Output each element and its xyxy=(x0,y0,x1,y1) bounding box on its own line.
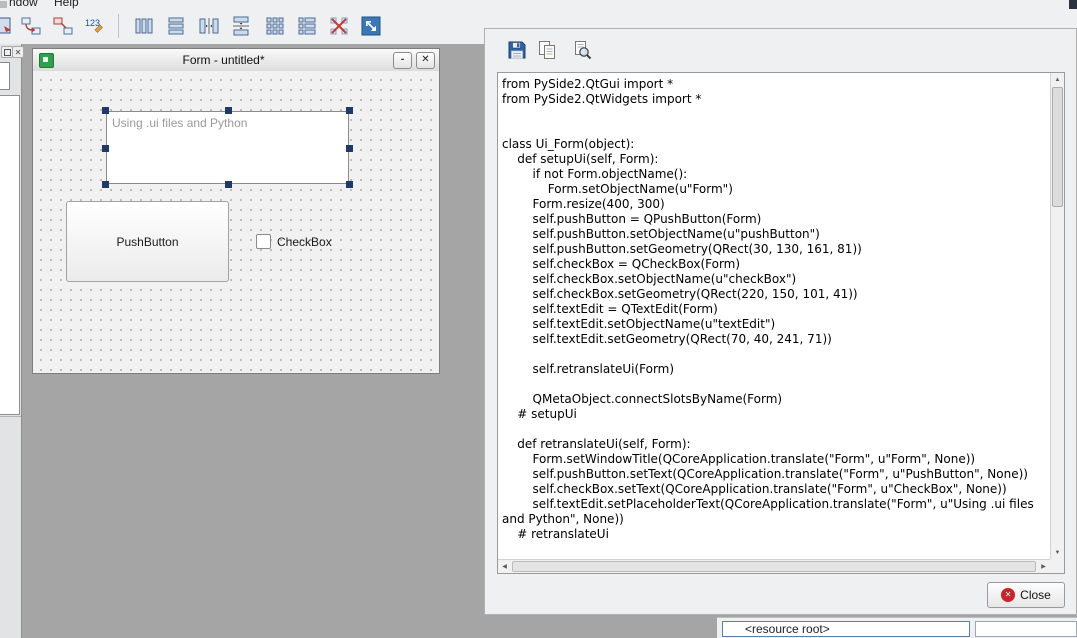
widget-filter-input-fragment[interactable] xyxy=(0,62,10,90)
form-window-title: Form - untitled* xyxy=(54,53,393,67)
resource-root-item[interactable]: <resource root> xyxy=(722,621,970,637)
copy-button[interactable] xyxy=(534,37,560,63)
edit-signals-slots-icon xyxy=(21,16,41,36)
form-titlebar[interactable]: Form - untitled* - ✕ xyxy=(33,49,439,72)
edit-tab-order-button[interactable]: 123 xyxy=(82,12,108,40)
widget-list-fragment[interactable] xyxy=(0,95,20,415)
vertical-scrollbar[interactable]: ▲ ▼ xyxy=(1050,73,1064,559)
selection-handle[interactable] xyxy=(225,107,232,114)
widget-box-dock-fragment: ✕ xyxy=(0,44,22,638)
window-menu-item[interactable]: ndow xyxy=(9,0,38,9)
toolbar-separator xyxy=(118,14,119,38)
close-button-label: Close xyxy=(1020,588,1051,602)
selection-handle[interactable] xyxy=(102,107,109,114)
selection-handle[interactable] xyxy=(346,181,353,188)
save-icon xyxy=(506,39,528,61)
layout-grid-button[interactable] xyxy=(262,12,288,40)
textedit-widget[interactable]: Using .ui files and Python xyxy=(106,111,349,184)
qt-designer-window: ndow Help xyxy=(0,0,1077,638)
scroll-right-arrow[interactable]: ▶ xyxy=(1037,560,1050,573)
adjust-size-icon xyxy=(360,15,382,37)
selection-handle[interactable] xyxy=(102,181,109,188)
form-minimize-button[interactable]: - xyxy=(393,52,412,69)
layout-splitter-horizontal-button[interactable] xyxy=(196,12,222,40)
layout-form-icon xyxy=(297,16,317,36)
save-button[interactable] xyxy=(504,37,530,63)
resource-side-box[interactable] xyxy=(975,621,1077,637)
menu-icon-fragment xyxy=(0,1,7,8)
scrollbar-corner xyxy=(1050,559,1064,573)
menu-bar: ndow Help xyxy=(0,0,1077,9)
layout-horizontally-icon xyxy=(134,16,154,36)
break-layout-icon xyxy=(329,16,349,36)
edit-buddies-button[interactable] xyxy=(50,12,76,40)
checkbox-label: CheckBox xyxy=(277,235,332,249)
edit-widgets-button[interactable] xyxy=(0,12,14,40)
edit-signals-slots-button[interactable] xyxy=(18,12,44,40)
horizontal-scrollbar[interactable]: ◀ ▶ xyxy=(498,559,1050,573)
layout-splitter-vertical-button[interactable] xyxy=(228,12,254,40)
dock-divider xyxy=(0,416,21,417)
horizontal-scroll-thumb[interactable] xyxy=(512,561,1036,572)
edit-buddies-icon xyxy=(53,16,73,36)
code-preview-dialog: from PySide2.QtGui import * from PySide2… xyxy=(484,28,1077,615)
checkbox-indicator[interactable] xyxy=(256,234,271,249)
form-window-icon xyxy=(39,53,54,68)
layout-splitter-vertical-icon xyxy=(231,16,251,36)
layout-vertically-button[interactable] xyxy=(163,12,189,40)
adjust-size-button[interactable] xyxy=(358,12,384,40)
scroll-down-arrow[interactable]: ▼ xyxy=(1051,546,1064,559)
checkbox-widget[interactable]: CheckBox xyxy=(256,221,357,262)
dock-float-icon xyxy=(4,49,11,56)
find-icon xyxy=(571,39,593,61)
layout-vertically-icon xyxy=(166,16,186,36)
form-designer-window: Form - untitled* - ✕ Using .ui files and… xyxy=(32,48,440,374)
tab-order-digits: 123 xyxy=(85,18,100,28)
edit-tab-order-icon: 123 xyxy=(85,16,105,36)
form-canvas[interactable]: Using .ui files and Python PushButton Ch… xyxy=(33,71,439,373)
code-view[interactable]: from PySide2.QtGui import * from PySide2… xyxy=(497,72,1065,574)
resource-browser-fragment: <resource root> xyxy=(717,617,1077,638)
pushbutton-widget[interactable]: PushButton xyxy=(66,201,229,282)
close-button[interactable]: ✕ Close xyxy=(987,582,1065,608)
layout-form-button[interactable] xyxy=(294,12,320,40)
vertical-scroll-thumb[interactable] xyxy=(1052,87,1063,207)
dock-close-icon: ✕ xyxy=(15,48,22,57)
layout-splitter-horizontal-icon xyxy=(199,16,219,36)
dock-close-button[interactable]: ✕ xyxy=(12,46,24,58)
copy-icon xyxy=(536,39,558,61)
code-text[interactable]: from PySide2.QtGui import * from PySide2… xyxy=(498,73,1050,559)
scroll-up-arrow[interactable]: ▲ xyxy=(1051,73,1064,86)
close-circle-icon: ✕ xyxy=(1001,588,1015,602)
help-menu-item[interactable]: Help xyxy=(54,0,79,9)
break-layout-button[interactable] xyxy=(326,12,352,40)
form-close-button[interactable]: ✕ xyxy=(416,52,435,69)
selection-handle[interactable] xyxy=(225,181,232,188)
edit-widgets-icon xyxy=(0,16,14,36)
selection-handle[interactable] xyxy=(102,145,109,152)
layout-horizontally-button[interactable] xyxy=(131,12,157,40)
selection-handle[interactable] xyxy=(346,145,353,152)
selection-handle[interactable] xyxy=(346,107,353,114)
scroll-left-arrow[interactable]: ◀ xyxy=(498,560,511,573)
layout-grid-icon xyxy=(265,16,285,36)
find-button[interactable] xyxy=(569,37,595,63)
textedit-placeholder-text: Using .ui files and Python xyxy=(107,112,348,134)
window-control-fragment[interactable] xyxy=(1069,0,1077,9)
